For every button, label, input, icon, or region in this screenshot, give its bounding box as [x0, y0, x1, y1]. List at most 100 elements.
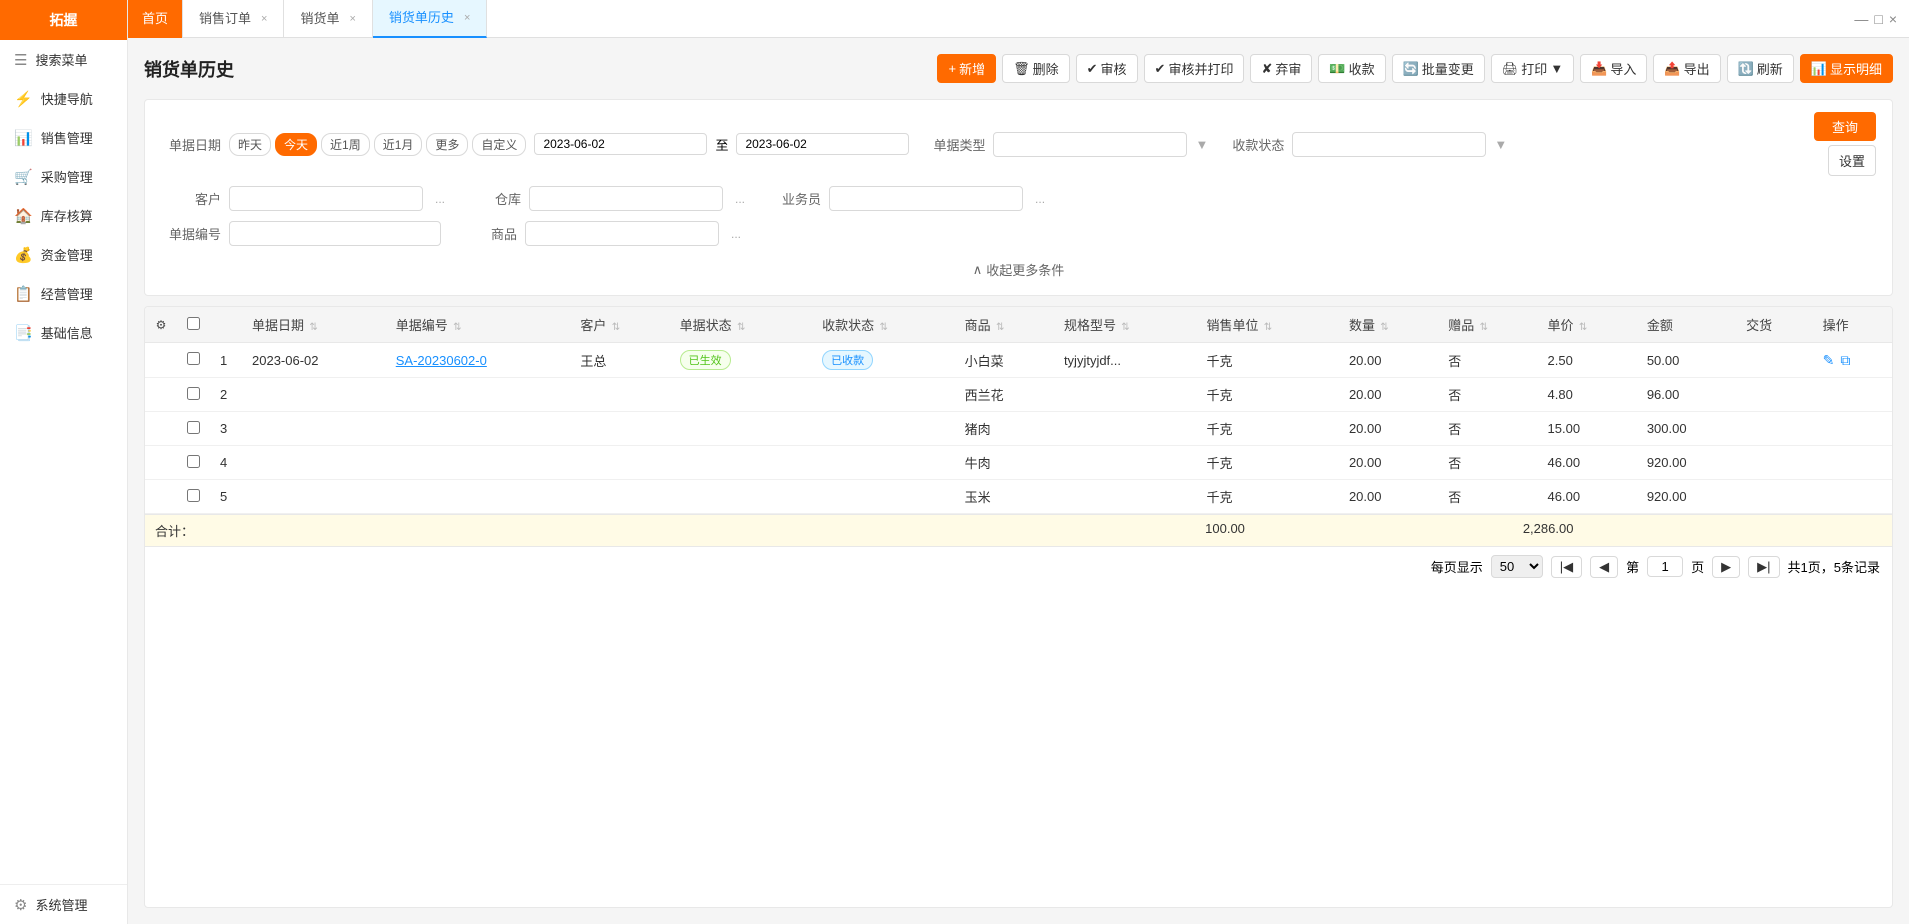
sidebar-item-quick-nav[interactable]: ⚡ 快捷导航 [0, 79, 127, 118]
collapse-button[interactable]: ∧ 收起更多条件 [161, 256, 1876, 283]
last-page-button[interactable]: ▶| [1748, 556, 1779, 578]
summary-qty: 100.00 [956, 521, 1285, 540]
sidebar-item-ops-mgmt[interactable]: 📋 经营管理 [0, 274, 127, 313]
col-goods[interactable]: 商品 ⇅ [955, 307, 1054, 343]
query-button[interactable]: 查询 [1814, 112, 1876, 141]
tab-home[interactable]: 首页 [128, 0, 183, 38]
row-checkbox[interactable] [187, 489, 200, 502]
setting-button[interactable]: 设置 [1828, 145, 1876, 176]
doc-no-input[interactable] [229, 221, 441, 246]
select-all-checkbox[interactable] [187, 317, 200, 330]
goods-ellipsis[interactable]: ... [731, 227, 741, 241]
print-button[interactable]: 🖨 打印 ▼ [1491, 54, 1574, 83]
doc-type-input[interactable] [993, 132, 1187, 157]
pay-status-input[interactable] [1292, 132, 1486, 157]
cell-check[interactable] [177, 412, 210, 446]
tab-sales-history[interactable]: 销货单历史 × [373, 0, 487, 38]
cell-spec [1054, 446, 1197, 480]
col-unit[interactable]: 销售单位 ⇅ [1196, 307, 1339, 343]
export-button[interactable]: 📤 导出 [1653, 54, 1720, 83]
date-chip-more[interactable]: 更多 [426, 133, 468, 156]
audit-button[interactable]: ✔ 审核 [1076, 54, 1138, 83]
date-chip-custom[interactable]: 自定义 [472, 133, 526, 156]
maximize-button[interactable]: □ [1874, 11, 1882, 27]
page-number-input[interactable] [1647, 556, 1683, 577]
table-row: 5 玉米 千克 20.00 否 46.00 920.00 [145, 480, 1892, 514]
collect-button[interactable]: 💵 收款 [1318, 54, 1385, 83]
next-page-button[interactable]: ▶ [1712, 556, 1740, 578]
tab-sales-order-close[interactable]: × [261, 0, 267, 38]
date-chip-today[interactable]: 今天 [275, 133, 317, 156]
copy-icon[interactable]: ⧉ [1840, 352, 1850, 369]
cell-check[interactable] [177, 378, 210, 412]
col-pay-status[interactable]: 收款状态 ⇅ [812, 307, 955, 343]
date-to-input[interactable] [736, 133, 909, 155]
cell-check[interactable] [177, 480, 210, 514]
goods-input[interactable] [525, 221, 719, 246]
date-chip-week[interactable]: 近1周 [321, 133, 370, 156]
cell-gift: 否 [1438, 480, 1537, 514]
warehouse-input[interactable] [529, 186, 723, 211]
print-dropdown-icon: ▼ [1550, 61, 1563, 76]
customer-ellipsis[interactable]: ... [435, 192, 445, 206]
row-checkbox[interactable] [187, 421, 200, 434]
refresh-button[interactable]: 🔃 刷新 [1727, 54, 1794, 83]
col-doc-status[interactable]: 单据状态 ⇅ [670, 307, 813, 343]
col-doc-no[interactable]: 单据编号 ⇅ [386, 307, 571, 343]
col-qty[interactable]: 数量 ⇅ [1339, 307, 1438, 343]
col-price[interactable]: 单价 ⇅ [1538, 307, 1637, 343]
tab-sales-order[interactable]: 销售订单 × [183, 0, 284, 38]
row-checkbox[interactable] [187, 455, 200, 468]
sidebar-item-base-info[interactable]: 📑 基础信息 [0, 313, 127, 352]
page-suffix: 页 [1691, 557, 1704, 576]
minimize-button[interactable]: — [1854, 11, 1868, 27]
show-detail-icon: 📊 [1811, 61, 1827, 77]
edit-icon[interactable]: ✎ [1823, 352, 1835, 369]
doc-type-dropdown-icon[interactable]: ▼ [1195, 137, 1208, 152]
tab-sales-history-close[interactable]: × [464, 0, 470, 37]
cell-no: 5 [210, 480, 242, 514]
pay-status-dropdown-icon[interactable]: ▼ [1494, 137, 1507, 152]
col-gear[interactable]: ⚙ [145, 307, 177, 343]
sidebar-item-sales-mgmt[interactable]: 📊 销售管理 [0, 118, 127, 157]
col-customer[interactable]: 客户 ⇅ [570, 307, 669, 343]
cell-doc-status [670, 412, 813, 446]
sidebar-item-inventory[interactable]: 🏠 库存核算 [0, 196, 127, 235]
salesperson-input[interactable] [829, 186, 1023, 211]
date-chip-month[interactable]: 近1月 [374, 133, 423, 156]
import-button[interactable]: 📥 导入 [1580, 54, 1647, 83]
abandon-button[interactable]: ✘ 弃审 [1250, 54, 1312, 83]
col-gift[interactable]: 赠品 ⇅ [1438, 307, 1537, 343]
per-page-select[interactable]: 50 100 200 [1491, 555, 1543, 578]
cell-check[interactable] [177, 446, 210, 480]
sidebar-item-search-menu[interactable]: ☰ 搜索菜单 [0, 40, 127, 79]
date-from-input[interactable] [534, 133, 707, 155]
cell-date: 2023-06-02 [242, 343, 386, 378]
search-menu-icon: ☰ [14, 51, 27, 69]
col-check[interactable] [177, 307, 210, 343]
sidebar-item-sys-mgmt[interactable]: ⚙ 系统管理 [0, 884, 127, 924]
new-button[interactable]: + 新增 [937, 54, 996, 83]
date-chip-yesterday[interactable]: 昨天 [229, 133, 271, 156]
tab-sales-delivery-close[interactable]: × [349, 0, 355, 38]
customer-input[interactable] [229, 186, 423, 211]
prev-page-button[interactable]: ◀ [1590, 556, 1618, 578]
cell-delivery [1736, 343, 1812, 378]
first-page-button[interactable]: |◀ [1551, 556, 1582, 578]
row-checkbox[interactable] [187, 387, 200, 400]
row-checkbox[interactable] [187, 352, 200, 365]
tab-sales-delivery[interactable]: 销货单 × [284, 0, 372, 38]
col-date[interactable]: 单据日期 ⇅ [242, 307, 386, 343]
batch-change-button[interactable]: 🔄 批量变更 [1392, 54, 1485, 83]
salesperson-ellipsis[interactable]: ... [1035, 192, 1045, 206]
audit-print-button[interactable]: ✔ 审核并打印 [1144, 54, 1245, 83]
cell-check[interactable] [177, 343, 210, 378]
sidebar-item-purchase-mgmt[interactable]: 🛒 采购管理 [0, 157, 127, 196]
show-detail-button[interactable]: 📊 显示明细 [1800, 54, 1893, 83]
col-spec[interactable]: 规格型号 ⇅ [1054, 307, 1197, 343]
warehouse-ellipsis[interactable]: ... [735, 192, 745, 206]
cell-doc-no[interactable]: SA-20230602-0 [386, 343, 571, 378]
delete-button[interactable]: 🗑 删除 [1002, 54, 1070, 83]
sidebar-item-finance-mgmt[interactable]: 💰 资金管理 [0, 235, 127, 274]
close-button[interactable]: × [1889, 11, 1897, 27]
